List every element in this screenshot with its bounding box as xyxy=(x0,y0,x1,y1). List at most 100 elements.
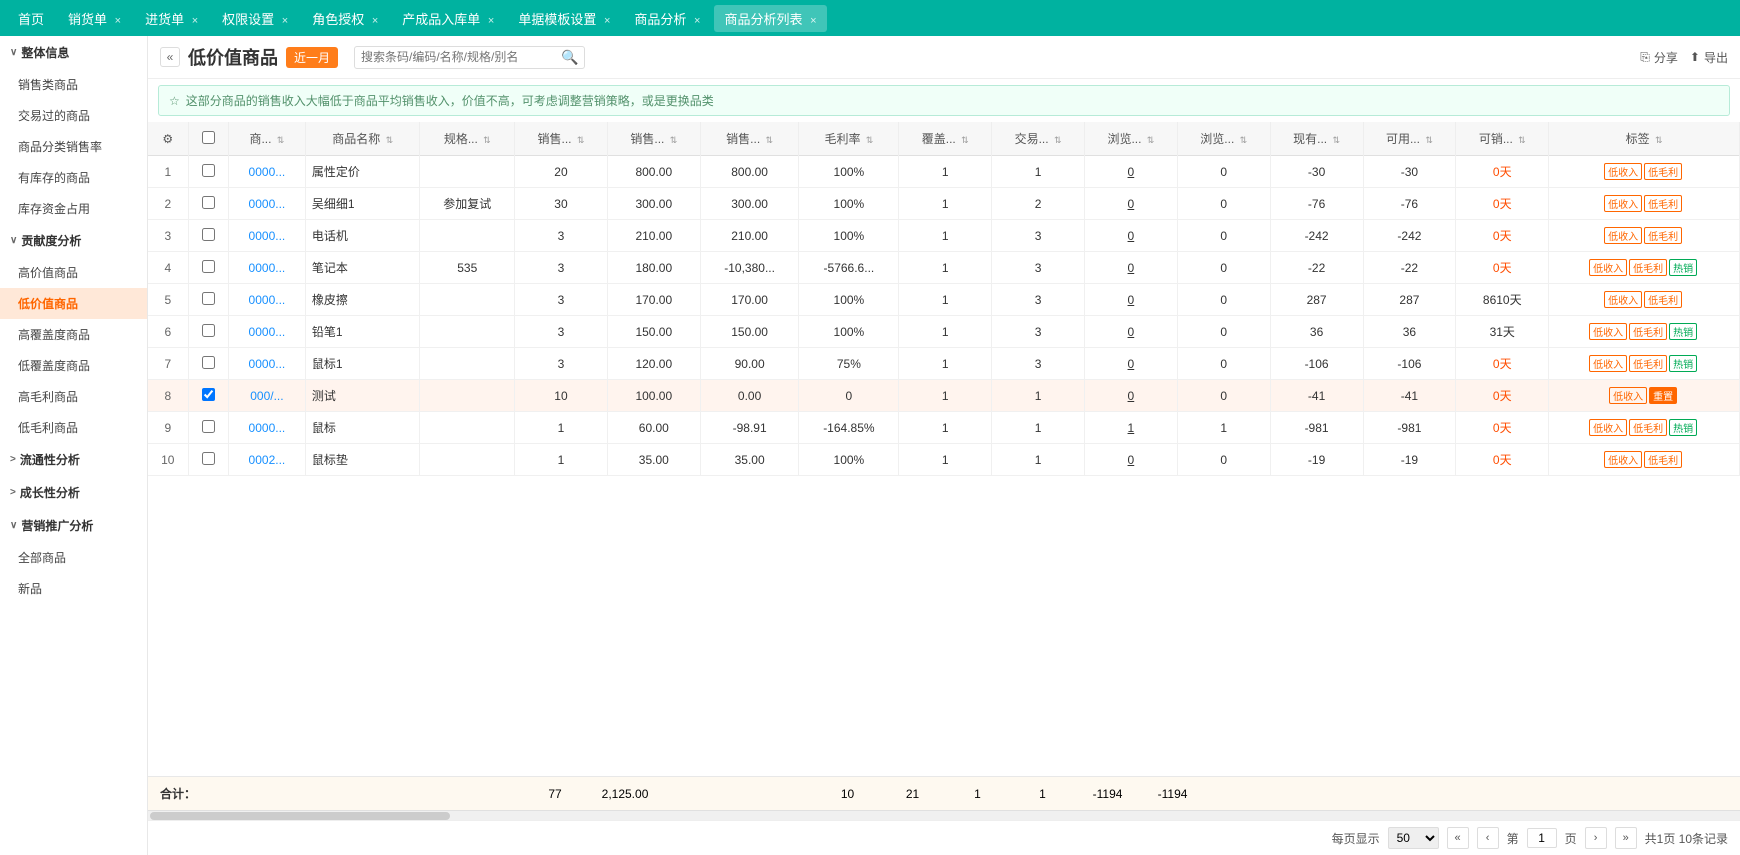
col-margin[interactable]: 毛利率 ⇅ xyxy=(799,122,899,156)
sidebar-item-in-stock[interactable]: 有库存的商品 xyxy=(0,162,147,193)
cell-checkbox[interactable] xyxy=(188,316,228,348)
table-wrapper[interactable]: ⚙ 商... ⇅ 商品名称 ⇅ 规格... ⇅ 销售... ⇅ 销售... ⇅ … xyxy=(148,122,1740,776)
col-stock1[interactable]: 现有... ⇅ xyxy=(1270,122,1363,156)
sidebar-group-marketing[interactable]: ∨营销推广分析 xyxy=(0,509,147,542)
col-trade[interactable]: 交易... ⇅ xyxy=(992,122,1085,156)
col-spec[interactable]: 规格... ⇅ xyxy=(420,122,515,156)
view-link[interactable]: 0 xyxy=(1128,293,1135,307)
col-stock3[interactable]: 可销... ⇅ xyxy=(1456,122,1549,156)
sidebar-item-stock-capital[interactable]: 库存资金占用 xyxy=(0,193,147,224)
cell-view1[interactable]: 0 xyxy=(1084,444,1177,476)
nav-close-roles[interactable]: × xyxy=(372,15,378,27)
cell-view1[interactable]: 0 xyxy=(1084,156,1177,188)
sidebar-item-low-margin[interactable]: 低毛利商品 xyxy=(0,412,147,443)
cell-checkbox[interactable] xyxy=(188,412,228,444)
first-page-btn[interactable]: « xyxy=(1447,827,1469,849)
col-view2[interactable]: 浏览... ⇅ xyxy=(1177,122,1270,156)
sidebar-item-category-rate[interactable]: 商品分类销售率 xyxy=(0,131,147,162)
last-page-btn[interactable]: » xyxy=(1615,827,1637,849)
sidebar-group-growth[interactable]: >成长性分析 xyxy=(0,476,147,509)
cell-view1[interactable]: 0 xyxy=(1084,380,1177,412)
search-box[interactable]: 🔍 xyxy=(354,46,585,69)
cell-view1[interactable]: 1 xyxy=(1084,412,1177,444)
view-link[interactable]: 0 xyxy=(1128,261,1135,275)
nav-close-template[interactable]: × xyxy=(604,15,610,27)
nav-template[interactable]: 单据模板设置 × xyxy=(508,5,620,32)
view-link[interactable]: 0 xyxy=(1128,325,1135,339)
view-link[interactable]: 0 xyxy=(1128,229,1135,243)
sidebar-item-high-cover[interactable]: 高覆盖度商品 xyxy=(0,319,147,350)
sidebar-item-all-products[interactable]: 全部商品 xyxy=(0,542,147,573)
cell-checkbox[interactable] xyxy=(188,252,228,284)
view-link[interactable]: 0 xyxy=(1128,165,1135,179)
cell-view1[interactable]: 0 xyxy=(1084,284,1177,316)
search-icon[interactable]: 🔍 xyxy=(561,49,578,66)
view-link[interactable]: 0 xyxy=(1128,453,1135,467)
collapse-button[interactable]: « xyxy=(160,47,180,67)
sidebar-item-high-value[interactable]: 高价值商品 xyxy=(0,257,147,288)
col-settings[interactable]: ⚙ xyxy=(148,122,188,156)
sidebar-group-overall[interactable]: ∨整体信息 xyxy=(0,36,147,69)
cell-view1[interactable]: 0 xyxy=(1084,348,1177,380)
next-page-btn[interactable]: › xyxy=(1585,827,1607,849)
cell-checkbox[interactable] xyxy=(188,188,228,220)
sidebar-group-circulation[interactable]: >流通性分析 xyxy=(0,443,147,476)
nav-close-permissions[interactable]: × xyxy=(282,15,288,27)
horizontal-scrollbar[interactable] xyxy=(148,810,1740,820)
cell-view1[interactable]: 0 xyxy=(1084,220,1177,252)
row-checkbox[interactable] xyxy=(202,228,215,241)
sidebar-item-sale-products[interactable]: 销售类商品 xyxy=(0,69,147,100)
col-sale-amt2[interactable]: 销售... ⇅ xyxy=(700,122,799,156)
row-checkbox[interactable] xyxy=(202,452,215,465)
sidebar-item-high-margin[interactable]: 高毛利商品 xyxy=(0,381,147,412)
nav-permissions[interactable]: 权限设置 × xyxy=(212,5,298,32)
row-checkbox[interactable] xyxy=(202,164,215,177)
col-name[interactable]: 商品名称 ⇅ xyxy=(305,122,420,156)
cell-checkbox[interactable] xyxy=(188,380,228,412)
col-cover[interactable]: 覆盖... ⇅ xyxy=(899,122,992,156)
cell-checkbox[interactable] xyxy=(188,220,228,252)
sidebar-item-new-products[interactable]: 新品 xyxy=(0,573,147,604)
nav-close-purchase[interactable]: × xyxy=(192,15,198,27)
nav-sale[interactable]: 销货单 × xyxy=(58,5,131,32)
share-button[interactable]: ⎘ 分享 xyxy=(1640,49,1678,66)
row-checkbox[interactable] xyxy=(202,260,215,273)
nav-close-product-in[interactable]: × xyxy=(488,15,494,27)
nav-product-in[interactable]: 产成品入库单 × xyxy=(392,5,504,32)
prev-page-btn[interactable]: ‹ xyxy=(1477,827,1499,849)
nav-analysis-list[interactable]: 商品分析列表 × xyxy=(714,5,826,32)
view-link[interactable]: 0 xyxy=(1128,357,1135,371)
nav-purchase[interactable]: 进货单 × xyxy=(135,5,208,32)
cell-view1[interactable]: 0 xyxy=(1084,316,1177,348)
row-checkbox[interactable] xyxy=(202,324,215,337)
view-link[interactable]: 0 xyxy=(1128,389,1135,403)
export-button[interactable]: ⬆ 导出 xyxy=(1690,49,1728,66)
col-sale-qty[interactable]: 销售... ⇅ xyxy=(515,122,608,156)
per-page-select[interactable]: 50 100 200 xyxy=(1388,827,1439,849)
cell-checkbox[interactable] xyxy=(188,284,228,316)
page-input[interactable] xyxy=(1527,828,1557,848)
select-all-checkbox[interactable] xyxy=(202,131,215,144)
view-link[interactable]: 1 xyxy=(1128,421,1135,435)
col-checkbox[interactable] xyxy=(188,122,228,156)
cell-view1[interactable]: 0 xyxy=(1084,252,1177,284)
col-stock2[interactable]: 可用... ⇅ xyxy=(1363,122,1456,156)
cell-checkbox[interactable] xyxy=(188,156,228,188)
row-checkbox[interactable] xyxy=(202,292,215,305)
sidebar-item-low-value[interactable]: 低价值商品 xyxy=(0,288,147,319)
sidebar-item-low-cover[interactable]: 低覆盖度商品 xyxy=(0,350,147,381)
nav-home[interactable]: 首页 xyxy=(8,5,54,32)
nav-close-analysis[interactable]: × xyxy=(694,15,700,27)
sidebar-group-contribution[interactable]: ∨贡献度分析 xyxy=(0,224,147,257)
col-view1[interactable]: 浏览... ⇅ xyxy=(1084,122,1177,156)
cell-checkbox[interactable] xyxy=(188,444,228,476)
row-checkbox[interactable] xyxy=(202,388,215,401)
col-tags[interactable]: 标签 ⇅ xyxy=(1549,122,1740,156)
nav-analysis[interactable]: 商品分析 × xyxy=(624,5,710,32)
cell-checkbox[interactable] xyxy=(188,348,228,380)
nav-close-sale[interactable]: × xyxy=(115,15,121,27)
col-sale-amt1[interactable]: 销售... ⇅ xyxy=(607,122,700,156)
row-checkbox[interactable] xyxy=(202,356,215,369)
view-link[interactable]: 0 xyxy=(1128,197,1135,211)
cell-view1[interactable]: 0 xyxy=(1084,188,1177,220)
